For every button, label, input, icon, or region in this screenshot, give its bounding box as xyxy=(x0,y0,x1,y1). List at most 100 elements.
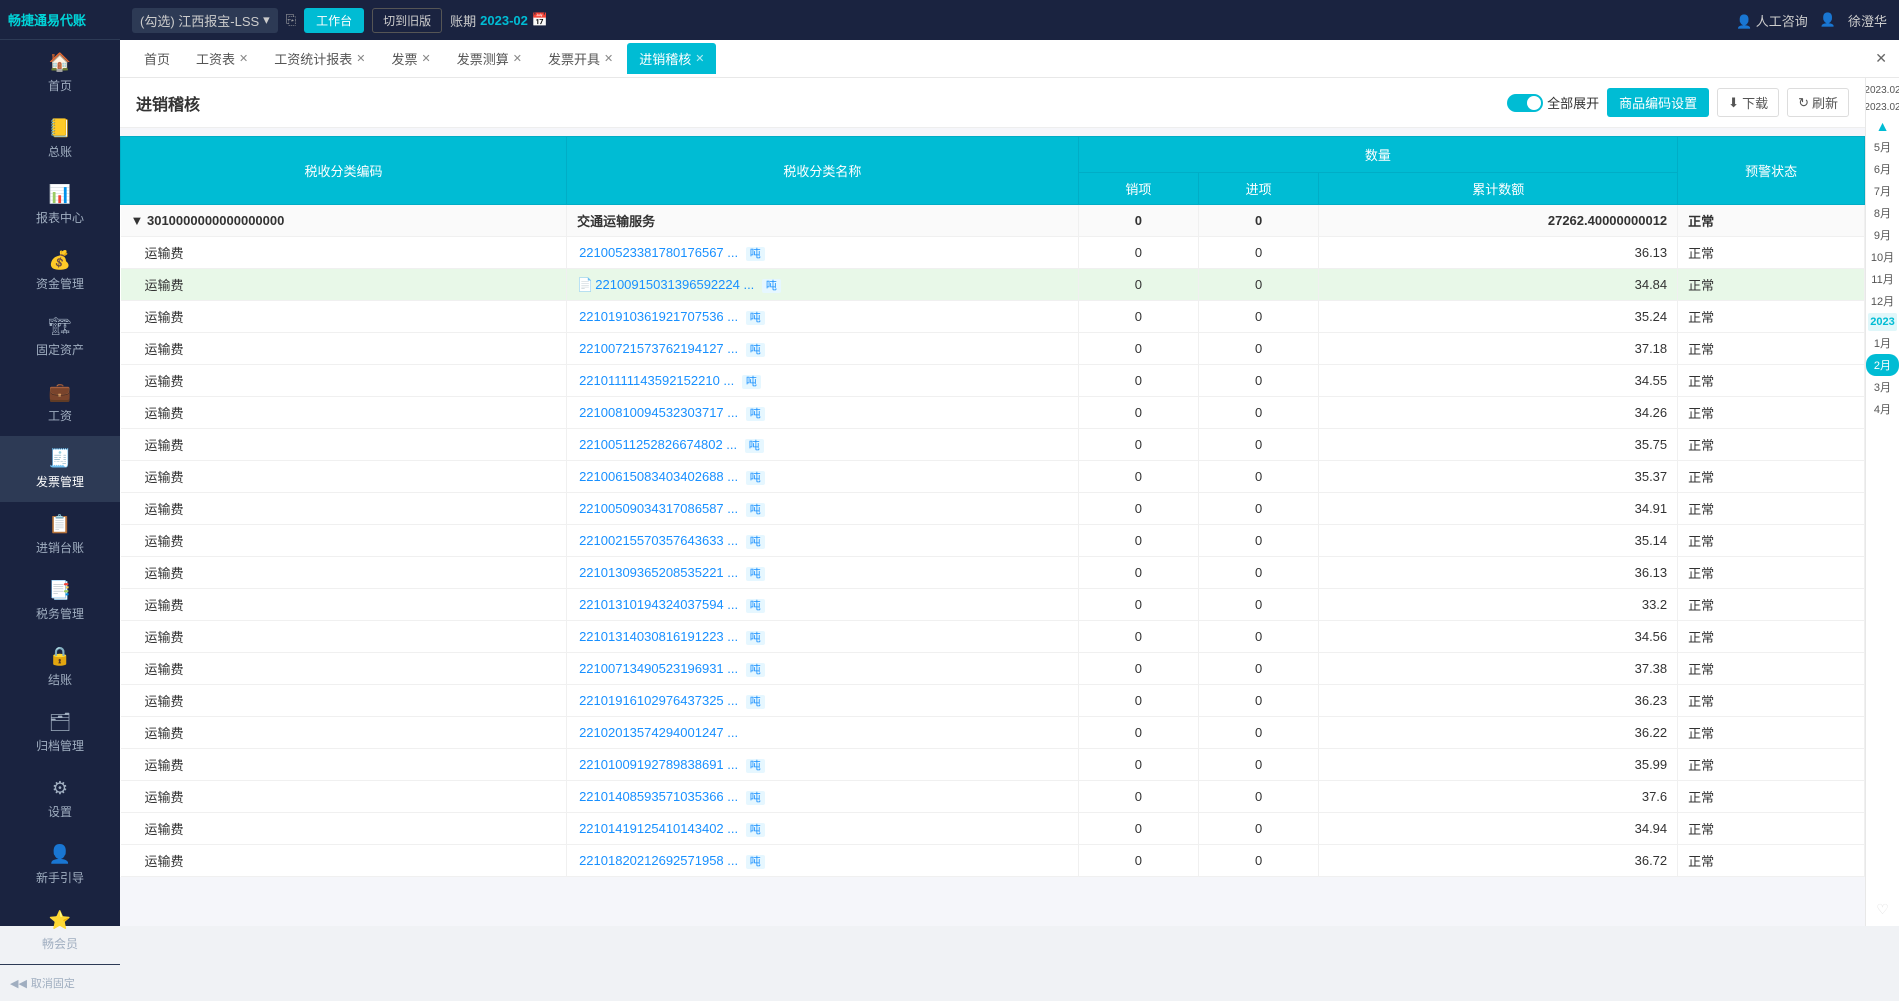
page-header: 进销稽核 全部展开 商品编码设置 ⬇ 下载 ↻ 刷新 xyxy=(120,78,1865,128)
table-row: 运输费 22102013574294001247 ... 0 0 36.22 正… xyxy=(121,717,1865,749)
cell-name: 运输费 xyxy=(121,429,567,461)
sidebar-item-settings[interactable]: ⚙设置 xyxy=(0,766,120,832)
main-area: (勾选) 江西报宝-LSS ▾ ⎘ 工作台 切到旧版 账期 2023-02 📅 … xyxy=(120,0,1899,926)
cell-name: 运输费 xyxy=(121,525,567,557)
cell-name: 运输费 xyxy=(121,781,567,813)
company-selector[interactable]: (勾选) 江西报宝-LSS ▾ xyxy=(132,8,278,33)
copy-icon[interactable]: ⎘ xyxy=(286,12,296,28)
sidebar-item-tax[interactable]: 📑税务管理 xyxy=(0,568,120,634)
month-item-7月[interactable]: 7月 xyxy=(1866,180,1898,202)
col-sales: 销项 xyxy=(1078,173,1198,205)
main-table: 税收分类编码 税收分类名称 数量 预警状态 销项 进项 累计数额 ▼ 30100… xyxy=(120,136,1865,877)
tab-invoice[interactable]: 发票 ✕ xyxy=(379,43,442,74)
tab-close-invoice[interactable]: ✕ xyxy=(422,52,431,65)
year-label-2: 2023.02 xyxy=(1865,99,1899,116)
cell-invoice: 22100713490523196931 ... 吨 xyxy=(567,653,1079,685)
refresh-icon: ↻ xyxy=(1798,95,1809,111)
month-item-11月[interactable]: 11月 xyxy=(1866,268,1898,290)
cell-sales: 0 xyxy=(1078,589,1198,621)
expand-toggle[interactable]: 全部展开 xyxy=(1507,93,1599,112)
sidebar-unpin[interactable]: ◀◀ 取消固定 xyxy=(0,964,120,1001)
cell-purchase: 0 xyxy=(1198,397,1318,429)
user-avatar: 👤 xyxy=(1820,12,1836,28)
table-row: 运输费 22100215570357643633 ... 吨 0 0 35.14… xyxy=(121,525,1865,557)
tab-close-invoice-calc[interactable]: ✕ xyxy=(513,52,522,65)
cell-purchase: 0 xyxy=(1198,557,1318,589)
sidebar-item-assets[interactable]: 🏗固定资产 xyxy=(0,304,120,370)
workspace-button[interactable]: 工作台 xyxy=(304,8,364,33)
cell-sales: 0 xyxy=(1078,397,1198,429)
app-logo: 畅捷通易代账 xyxy=(0,0,120,40)
purchase-sales-icon: 📋 xyxy=(49,514,71,535)
cell-cumulative: 34.26 xyxy=(1319,397,1678,429)
month-item-12月[interactable]: 12月 xyxy=(1866,290,1898,312)
calendar-icon[interactable]: 📅 xyxy=(532,12,548,28)
sidebar-label: 总账 xyxy=(48,143,72,160)
year-marker[interactable]: 2023 xyxy=(1868,313,1896,331)
invoice-mgmt-icon: 🧾 xyxy=(49,448,71,469)
tab-salary-stat[interactable]: 工资统计报表 ✕ xyxy=(262,43,377,74)
table-row: 运输费 22101009192789838691 ... 吨 0 0 35.99… xyxy=(121,749,1865,781)
salary-icon: 💼 xyxy=(49,382,71,403)
tab-close-salary[interactable]: ✕ xyxy=(239,52,248,65)
table-row: 运输费 22101314030816191223 ... 吨 0 0 34.56… xyxy=(121,621,1865,653)
tab-close-invoice-open[interactable]: ✕ xyxy=(604,52,613,65)
sidebar-item-salary[interactable]: 💼 工资 xyxy=(0,370,120,436)
switch-old-button[interactable]: 切到旧版 xyxy=(372,8,442,33)
cell-cumulative: 36.22 xyxy=(1319,717,1678,749)
tab-close-salary-stat[interactable]: ✕ xyxy=(356,52,365,65)
tab-salary[interactable]: 工资表 ✕ xyxy=(184,43,260,74)
tab-invoice-calc[interactable]: 发票测算 ✕ xyxy=(445,43,534,74)
settings-button[interactable]: 商品编码设置 xyxy=(1607,88,1709,117)
cell-purchase: 0 xyxy=(1198,621,1318,653)
tab-invoice-open[interactable]: 发票开具 ✕ xyxy=(536,43,625,74)
col-tax-name: 税收分类名称 xyxy=(567,137,1079,205)
refresh-button[interactable]: ↻ 刷新 xyxy=(1787,88,1849,117)
sidebar-item-member[interactable]: ⭐畅会员 xyxy=(0,898,120,964)
cell-invoice: 22100721573762194127 ... 吨 xyxy=(567,333,1079,365)
month-item-5月[interactable]: 5月 xyxy=(1866,136,1898,158)
sidebar-item-purchase-sales[interactable]: 📋进销台账 xyxy=(0,502,120,568)
cell-invoice: 22101310194324037594 ... 吨 xyxy=(567,589,1079,621)
cell-cumulative: 33.2 xyxy=(1319,589,1678,621)
cell-cumulative: 36.72 xyxy=(1319,845,1678,877)
month-item-3月[interactable]: 3月 xyxy=(1866,376,1898,398)
month-item-1月[interactable]: 1月 xyxy=(1866,332,1898,354)
download-button[interactable]: ⬇ 下载 xyxy=(1717,88,1779,117)
chevron-down-icon: ▾ xyxy=(263,12,270,28)
sidebar-item-closing[interactable]: 🔒结账 xyxy=(0,634,120,700)
sidebar-item-report[interactable]: 📊报表中心 xyxy=(0,172,120,238)
nav-up-arrow[interactable]: ▲ xyxy=(1874,116,1892,136)
tab-inv-verify[interactable]: 进销稽核 ✕ xyxy=(627,43,716,74)
month-item-6月[interactable]: 6月 xyxy=(1866,158,1898,180)
sidebar-item-home[interactable]: 🏠首页 xyxy=(0,40,120,106)
sidebar-item-fund[interactable]: 💰资金管理 xyxy=(0,238,120,304)
cell-name: 运输费 xyxy=(121,589,567,621)
sidebar-item-ledger[interactable]: 📒总账 xyxy=(0,106,120,172)
sidebar-item-invoice-mgmt[interactable]: 🧾发票管理 xyxy=(0,436,120,502)
cell-cumulative: 35.99 xyxy=(1319,749,1678,781)
toggle-switch[interactable] xyxy=(1507,94,1543,112)
top-bar: (勾选) 江西报宝-LSS ▾ ⎘ 工作台 切到旧版 账期 2023-02 📅 … xyxy=(120,0,1899,40)
help-button[interactable]: 👤 人工咨询 xyxy=(1736,11,1808,30)
tab-home[interactable]: 首页 xyxy=(132,43,182,74)
cell-invoice: 22100523381780176567 ... 吨 xyxy=(567,237,1079,269)
month-item-8月[interactable]: 8月 xyxy=(1866,202,1898,224)
table-row: 运输费 22101419125410143402 ... 吨 0 0 34.94… xyxy=(121,813,1865,845)
cell-name: 运输费 xyxy=(121,461,567,493)
cell-status: 正常 xyxy=(1678,461,1865,493)
cell-sales: 0 xyxy=(1078,461,1198,493)
close-tab-button[interactable]: ✕ xyxy=(1875,50,1887,67)
month-item-10月[interactable]: 10月 xyxy=(1866,246,1898,268)
cell-name: 运输费 xyxy=(121,845,567,877)
sidebar-item-guide[interactable]: 👤新手引导 xyxy=(0,832,120,898)
month-item-2月[interactable]: 2月 xyxy=(1866,354,1898,376)
top-bar-right: 👤 人工咨询 👤 徐澄华 xyxy=(1736,11,1887,30)
month-item-4月[interactable]: 4月 xyxy=(1866,398,1898,420)
sidebar-item-archive[interactable]: 🗂归档管理 xyxy=(0,700,120,766)
sidebar-label: 工资 xyxy=(48,407,72,424)
cell-name: 运输费 xyxy=(121,365,567,397)
tab-close-inv-verify[interactable]: ✕ xyxy=(695,52,704,65)
cell-name: 运输费 xyxy=(121,813,567,845)
month-item-9月[interactable]: 9月 xyxy=(1866,224,1898,246)
